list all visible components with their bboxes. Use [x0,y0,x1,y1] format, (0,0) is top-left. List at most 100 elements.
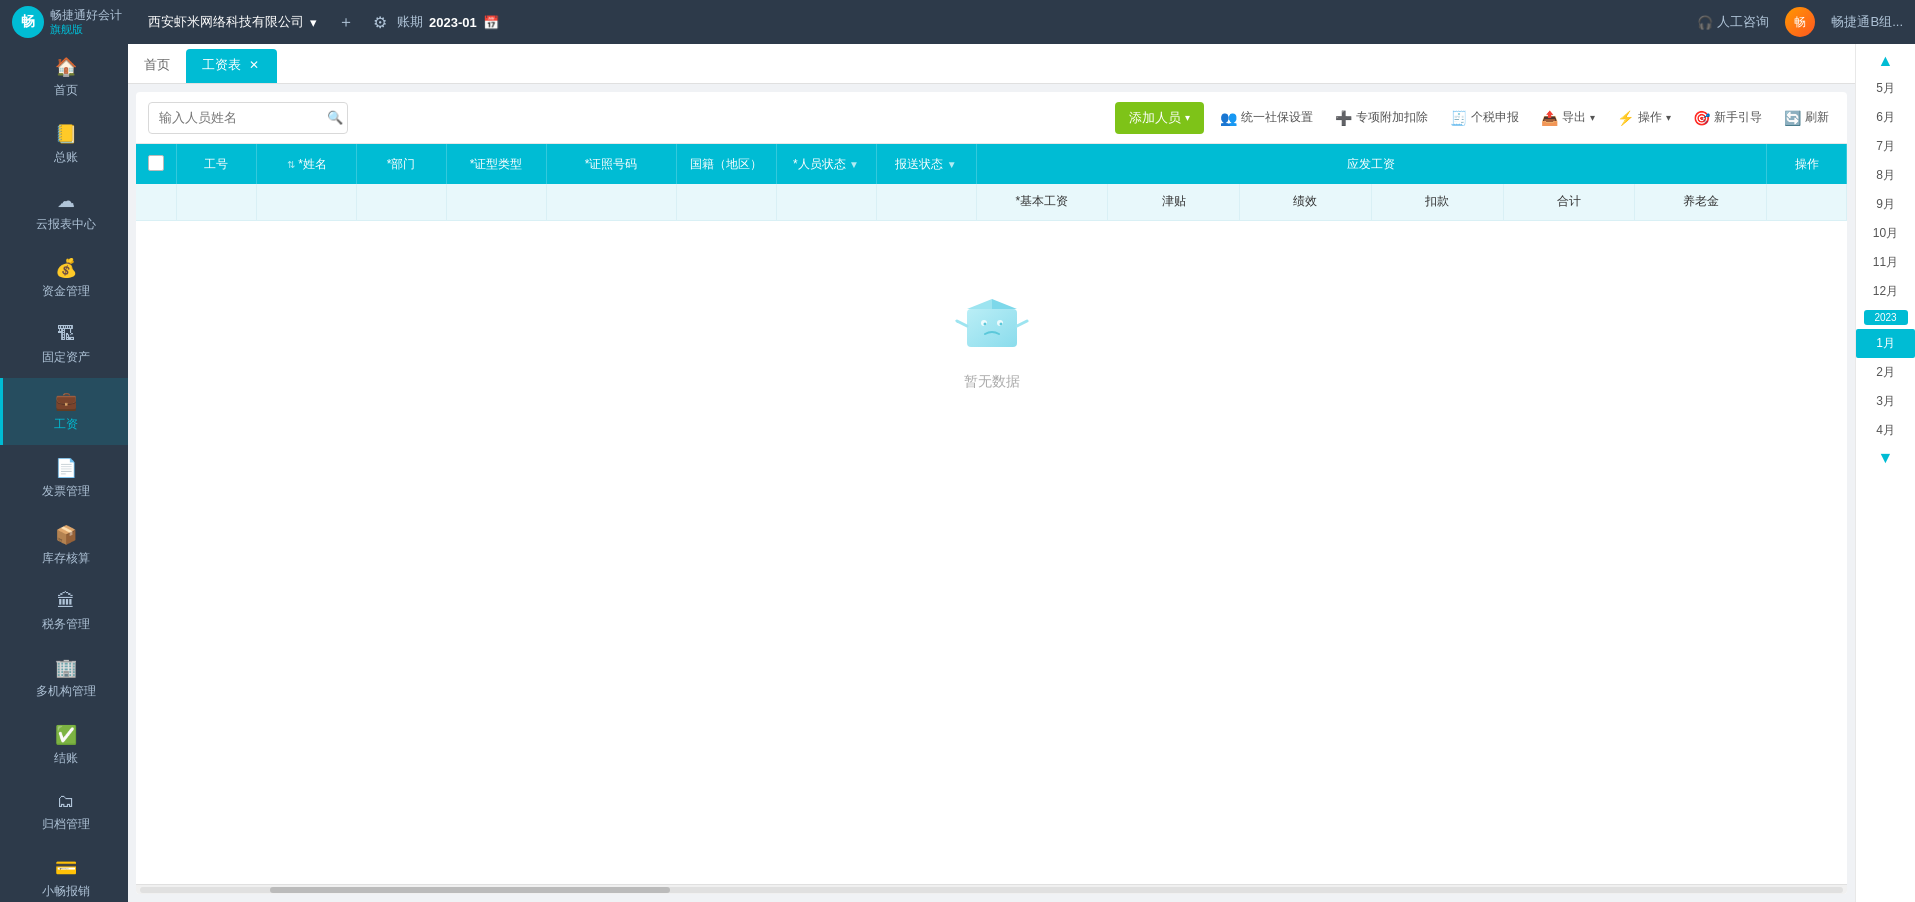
next-year-button[interactable]: ▼ [1856,445,1915,471]
user-avatar[interactable]: 畅 [1785,7,1815,37]
sidebar-item-salary[interactable]: 💼 工资 [0,378,128,445]
month-item-7[interactable]: 7月 [1856,132,1915,161]
svg-point-3 [983,322,986,325]
month-item-3[interactable]: 3月 [1856,387,1915,416]
calendar-icon[interactable]: 📅 [483,15,499,30]
content-area: 首页 工资表 ✕ 🔍 添加人员 ▾ 👥 统一社保设置 [128,44,1855,902]
deduct-settings-button[interactable]: ➕ 专项附加扣除 [1329,105,1434,130]
expense-icon: 💳 [55,857,77,879]
operate-button[interactable]: ⚡ 操作 ▾ [1611,105,1677,130]
refresh-icon: 🔄 [1784,110,1801,126]
export-dropdown-arrow: ▾ [1590,112,1595,123]
refresh-button[interactable]: 🔄 刷新 [1778,105,1835,130]
sidebar-item-tax[interactable]: 🏛 税务管理 [0,579,128,645]
year-badge: 2023 [1864,310,1908,325]
sidebar-item-asset[interactable]: 🏗 固定资产 [0,312,128,378]
period-area: 账期 2023-01 📅 [397,13,499,31]
rstatus-filter-icon[interactable]: ▼ [947,159,957,170]
col-certtype-header: *证型类型 [446,144,546,184]
table-header-row1: 工号 ⇅ *姓名 *部门 *证型类型 *证照号码 国籍（地 [136,144,1847,184]
company-selector[interactable]: 西安虾米网络科技有限公司 ▾ [140,9,325,35]
month-item-10[interactable]: 10月 [1856,219,1915,248]
sidebar-item-expense[interactable]: 💳 小畅报销 [0,845,128,902]
sidebar: 🏠 首页 📒 总账 ☁ 云报表中心 💰 资金管理 🏗 固定资产 💼 工资 📄 发… [0,44,128,902]
tab-close-button[interactable]: ✕ [247,57,261,73]
headset-icon: 🎧 [1697,15,1713,30]
month-item-9[interactable]: 9月 [1856,190,1915,219]
col-base-header: *基本工资 [976,184,1108,220]
empty-state: 暂无数据 [136,221,1847,451]
operate-dropdown-arrow: ▾ [1666,112,1671,123]
logo-text: 畅捷通好会计 旗舰版 [50,8,122,36]
month-item-6[interactable]: 6月 [1856,103,1915,132]
sidebar-item-closing[interactable]: ✅ 结账 [0,712,128,779]
export-button[interactable]: 📤 导出 ▾ [1535,105,1601,130]
salary-icon: 💼 [55,390,77,412]
export-icon: 📤 [1541,110,1558,126]
col-certno-header: *证照号码 [546,144,676,184]
sidebar-item-fund[interactable]: 💰 资金管理 [0,245,128,312]
tab-home[interactable]: 首页 [128,49,186,83]
sidebar-item-ledger[interactable]: 📒 总账 [0,111,128,178]
guide-icon: 🎯 [1693,110,1710,126]
col-salary-group-header: 应发工资 [976,144,1767,184]
user-name[interactable]: 畅捷通B组... [1831,13,1903,31]
sidebar-item-archive[interactable]: 🗂 归档管理 [0,779,128,845]
svg-line-6 [1017,321,1027,326]
search-icon[interactable]: 🔍 [320,103,350,133]
header-actions: ＋ ⚙ [333,9,393,35]
human-service-button[interactable]: 🎧 人工咨询 [1697,13,1769,31]
guide-button[interactable]: 🎯 新手引导 [1687,105,1768,130]
col-action-header: 操作 [1767,144,1847,184]
search-input[interactable] [148,102,348,134]
social-settings-button[interactable]: 👥 统一社保设置 [1214,105,1319,130]
add-company-button[interactable]: ＋ [333,9,359,35]
scrollbar-track [140,887,1843,893]
col-allowance-header: 津贴 [1108,184,1240,220]
sidebar-item-inventory[interactable]: 📦 库存核算 [0,512,128,579]
horizontal-scrollbar[interactable] [136,884,1847,894]
tax-report-icon: 🧾 [1450,110,1467,126]
tax-report-button[interactable]: 🧾 个税申报 [1444,105,1525,130]
month-item-1[interactable]: 1月 [1856,329,1915,358]
home-icon: 🏠 [55,56,77,78]
add-dropdown-arrow: ▾ [1185,112,1190,123]
svg-line-5 [957,321,967,326]
svg-rect-0 [967,309,1017,347]
select-all-checkbox[interactable] [148,155,164,171]
scrollbar-thumb[interactable] [270,887,670,893]
month-item-12[interactable]: 12月 [1856,277,1915,306]
month-item-11[interactable]: 11月 [1856,248,1915,277]
col-pension-header: 养老金 [1635,184,1767,220]
fund-icon: 💰 [55,257,77,279]
add-person-button[interactable]: 添加人员 ▾ [1115,102,1204,134]
month-item-4[interactable]: 4月 [1856,416,1915,445]
chevron-down-icon: ▾ [310,15,317,30]
cloud-icon: ☁ [57,190,75,212]
social-icon: 👥 [1220,110,1237,126]
sidebar-item-invoice[interactable]: 📄 发票管理 [0,445,128,512]
operate-icon: ⚡ [1617,110,1634,126]
month-item-5[interactable]: 5月 [1856,74,1915,103]
asset-icon: 🏗 [57,324,75,345]
name-sort-icon[interactable]: ⇅ [287,159,295,170]
month-item-8[interactable]: 8月 [1856,161,1915,190]
col-total-header: 合计 [1503,184,1635,220]
sidebar-item-multi[interactable]: 🏢 多机构管理 [0,645,128,712]
tab-salary[interactable]: 工资表 ✕ [186,49,277,83]
sidebar-item-report[interactable]: ☁ 云报表中心 [0,178,128,245]
sidebar-item-home[interactable]: 🏠 首页 [0,44,128,111]
prev-year-button[interactable]: ▲ [1856,48,1915,74]
col-name-header: ⇅ *姓名 [256,144,356,184]
col-dept-header: *部门 [356,144,446,184]
top-header: 畅 畅捷通好会计 旗舰版 西安虾米网络科技有限公司 ▾ ＋ ⚙ 账期 2023-… [0,0,1915,44]
col-deduct-header: 扣款 [1371,184,1503,220]
month-item-2[interactable]: 2月 [1856,358,1915,387]
col-check-header [136,144,176,184]
pstatus-filter-icon[interactable]: ▼ [849,159,859,170]
closing-icon: ✅ [55,724,77,746]
settings-icon[interactable]: ⚙ [367,9,393,35]
logo-icon: 畅 [12,6,44,38]
inventory-icon: 📦 [55,524,77,546]
top-right: 🎧 人工咨询 畅 畅捷通B组... [1697,7,1903,37]
